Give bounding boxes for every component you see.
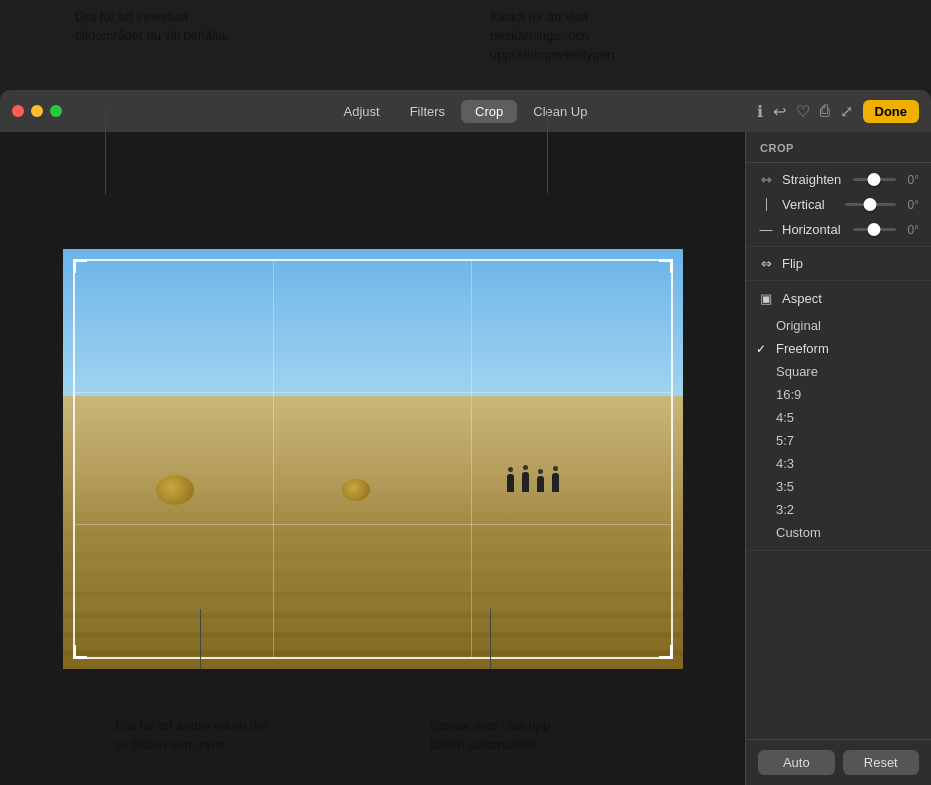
photo-wrapper bbox=[63, 249, 683, 669]
annotation-line-tr bbox=[547, 108, 548, 193]
panel-bottom: Auto Reset bbox=[746, 739, 931, 785]
vertical-label: Vertical bbox=[782, 197, 833, 212]
panel-title: CROP bbox=[746, 132, 931, 163]
aspect-35[interactable]: 3:5 bbox=[746, 475, 931, 498]
photo-area bbox=[0, 132, 745, 785]
straighten-label: Straighten bbox=[782, 172, 841, 187]
aspect-section: ▣ Aspect Original ✓ Freeform Square bbox=[746, 281, 931, 551]
aspect-custom[interactable]: Custom bbox=[746, 521, 931, 544]
aspect-square[interactable]: Square bbox=[746, 360, 931, 383]
extend-icon[interactable]: ⤢ bbox=[840, 102, 853, 121]
sky bbox=[63, 249, 683, 417]
horizontal-thumb[interactable] bbox=[868, 223, 881, 236]
tab-filters[interactable]: Filters bbox=[396, 100, 459, 123]
annotation-line-bl bbox=[200, 609, 201, 669]
nav-tabs: Adjust Filters Crop Clean Up bbox=[330, 100, 602, 123]
straighten-slider[interactable] bbox=[853, 178, 895, 181]
hay-bale-2 bbox=[342, 479, 370, 501]
done-button[interactable]: Done bbox=[863, 100, 920, 123]
straighten-icon: ⇿ bbox=[758, 172, 774, 187]
annotation-line-br bbox=[490, 609, 491, 669]
traffic-lights bbox=[12, 105, 62, 117]
annotation-top-left: Dra för att innesluta bildområdet du vil… bbox=[75, 8, 230, 46]
figure-3 bbox=[537, 476, 544, 492]
annotation-bottom-right: Beskär eller räta upp bilden automatiskt… bbox=[430, 717, 585, 755]
toolbar-right: ℹ ↩ ♡ ⎙ ⤢ Done bbox=[757, 100, 920, 123]
figure-4 bbox=[552, 473, 559, 492]
minimize-button[interactable] bbox=[31, 105, 43, 117]
maximize-button[interactable] bbox=[50, 105, 62, 117]
horizontal-icon: — bbox=[758, 222, 774, 237]
aspect-45[interactable]: 4:5 bbox=[746, 406, 931, 429]
panel-adjustments: ⇿ Straighten 0° ⏐ Vertical 0° bbox=[746, 163, 931, 247]
app-window: Adjust Filters Crop Clean Up ℹ ↩ ♡ ⎙ ⤢ D… bbox=[0, 90, 931, 785]
info-icon[interactable]: ℹ bbox=[757, 102, 763, 121]
reset-button[interactable]: Reset bbox=[843, 750, 920, 775]
main-area: CROP ⇿ Straighten 0° ⏐ Vertical bbox=[0, 132, 931, 785]
running-figures bbox=[507, 472, 559, 492]
aspect-43[interactable]: 4:3 bbox=[746, 452, 931, 475]
vertical-icon: ⏐ bbox=[758, 197, 774, 212]
right-panel: CROP ⇿ Straighten 0° ⏐ Vertical bbox=[745, 132, 931, 785]
figure-1 bbox=[507, 474, 514, 492]
aspect-57[interactable]: 5:7 bbox=[746, 429, 931, 452]
figure-2 bbox=[522, 472, 529, 492]
straighten-thumb[interactable] bbox=[868, 173, 881, 186]
auto-button[interactable]: Auto bbox=[758, 750, 835, 775]
tab-crop[interactable]: Crop bbox=[461, 100, 517, 123]
vertical-value: 0° bbox=[908, 198, 919, 212]
flip-label: Flip bbox=[782, 256, 919, 271]
aspect-freeform[interactable]: ✓ Freeform bbox=[746, 337, 931, 360]
check-freeform: ✓ bbox=[756, 342, 770, 356]
horizontal-value: 0° bbox=[908, 223, 919, 237]
horizontal-slider[interactable] bbox=[853, 228, 896, 231]
aspect-header[interactable]: ▣ Aspect bbox=[746, 285, 931, 312]
horizontal-label: Horizontal bbox=[782, 222, 841, 237]
tab-cleanup[interactable]: Clean Up bbox=[519, 100, 601, 123]
photo-background bbox=[63, 249, 683, 669]
vertical-row[interactable]: ⏐ Vertical 0° bbox=[746, 192, 931, 217]
annotation-bottom-left: Dra för att ändra vilken del av bilden s… bbox=[115, 717, 270, 755]
flip-row[interactable]: ⇔ Flip bbox=[746, 251, 931, 276]
straighten-value: 0° bbox=[908, 173, 919, 187]
aspect-32[interactable]: 3:2 bbox=[746, 498, 931, 521]
aspect-list: Original ✓ Freeform Square 16:9 bbox=[746, 312, 931, 546]
revert-icon[interactable]: ↩ bbox=[773, 102, 786, 121]
vertical-thumb[interactable] bbox=[864, 198, 877, 211]
hay-bale-1 bbox=[156, 475, 194, 505]
close-button[interactable] bbox=[12, 105, 24, 117]
annotation-line-tl bbox=[105, 110, 106, 195]
aspect-169[interactable]: 16:9 bbox=[746, 383, 931, 406]
annotation-top-right: Klicka för att visa beskärnings- och upp… bbox=[490, 8, 645, 65]
field-stripes bbox=[63, 417, 683, 669]
titlebar: Adjust Filters Crop Clean Up ℹ ↩ ♡ ⎙ ⤢ D… bbox=[0, 90, 931, 132]
share-icon[interactable]: ⎙ bbox=[820, 102, 830, 120]
flip-icon: ⇔ bbox=[758, 256, 774, 271]
heart-icon[interactable]: ♡ bbox=[796, 102, 810, 121]
aspect-original[interactable]: Original bbox=[746, 314, 931, 337]
tab-adjust[interactable]: Adjust bbox=[330, 100, 394, 123]
flip-section: ⇔ Flip bbox=[746, 247, 931, 281]
horizontal-row[interactable]: — Horizontal 0° bbox=[746, 217, 931, 242]
aspect-icon: ▣ bbox=[758, 291, 774, 306]
straighten-row[interactable]: ⇿ Straighten 0° bbox=[746, 167, 931, 192]
vertical-slider[interactable] bbox=[845, 203, 896, 206]
aspect-label: Aspect bbox=[782, 291, 919, 306]
